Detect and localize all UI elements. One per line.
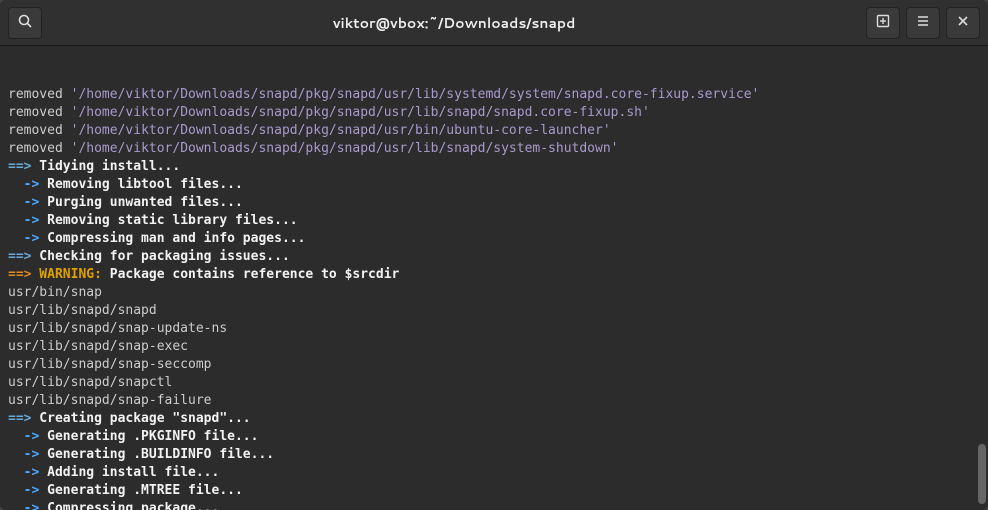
terminal-line: usr/bin/snap bbox=[8, 284, 980, 302]
terminal-line: -> Compressing package... bbox=[8, 500, 980, 510]
terminal-line: -> Purging unwanted files... bbox=[8, 194, 980, 212]
terminal-line: usr/lib/snapd/snapctl bbox=[8, 374, 980, 392]
terminal-line: removed '/home/viktor/Downloads/snapd/pk… bbox=[8, 104, 980, 122]
window-title: viktor@vbox:~/Downloads/snapd bbox=[42, 13, 866, 33]
terminal-line: usr/lib/snapd/snapd bbox=[8, 302, 980, 320]
terminal-line: -> Removing libtool files... bbox=[8, 176, 980, 194]
new-tab-icon bbox=[875, 13, 891, 33]
terminal-line: -> Adding install file... bbox=[8, 464, 980, 482]
titlebar: viktor@vbox:~/Downloads/snapd bbox=[0, 0, 988, 46]
terminal-line: usr/lib/snapd/snap-failure bbox=[8, 392, 980, 410]
terminal-line: ==> WARNING: Package contains reference … bbox=[8, 266, 980, 284]
close-icon bbox=[955, 13, 971, 33]
terminal-line: -> Generating .MTREE file... bbox=[8, 482, 980, 500]
terminal-line: usr/lib/snapd/snap-update-ns bbox=[8, 320, 980, 338]
terminal-line: removed '/home/viktor/Downloads/snapd/pk… bbox=[8, 140, 980, 158]
terminal-output[interactable]: removed '/home/viktor/Downloads/snapd/pk… bbox=[0, 46, 988, 510]
terminal-window: viktor@vbox:~/Downloads/snapd bbox=[0, 0, 988, 510]
terminal-line: ==> Tidying install... bbox=[8, 158, 980, 176]
terminal-line: removed '/home/viktor/Downloads/snapd/pk… bbox=[8, 122, 980, 140]
terminal-line: ==> Creating package "snapd"... bbox=[8, 410, 980, 428]
terminal-line: removed '/home/viktor/Downloads/snapd/pk… bbox=[8, 86, 980, 104]
hamburger-icon bbox=[915, 13, 931, 33]
terminal-line: -> Generating .PKGINFO file... bbox=[8, 428, 980, 446]
terminal-line: -> Compressing man and info pages... bbox=[8, 230, 980, 248]
menu-button[interactable] bbox=[906, 7, 940, 39]
terminal-line: ==> Checking for packaging issues... bbox=[8, 248, 980, 266]
search-icon bbox=[17, 13, 33, 33]
search-button[interactable] bbox=[8, 7, 42, 39]
terminal-line: usr/lib/snapd/snap-exec bbox=[8, 338, 980, 356]
terminal-line: -> Generating .BUILDINFO file... bbox=[8, 446, 980, 464]
new-tab-button[interactable] bbox=[866, 7, 900, 39]
close-button[interactable] bbox=[946, 7, 980, 39]
titlebar-right bbox=[866, 7, 980, 39]
terminal-line: usr/lib/snapd/snap-seccomp bbox=[8, 356, 980, 374]
scrollbar-thumb[interactable] bbox=[978, 444, 986, 504]
terminal-line: -> Removing static library files... bbox=[8, 212, 980, 230]
